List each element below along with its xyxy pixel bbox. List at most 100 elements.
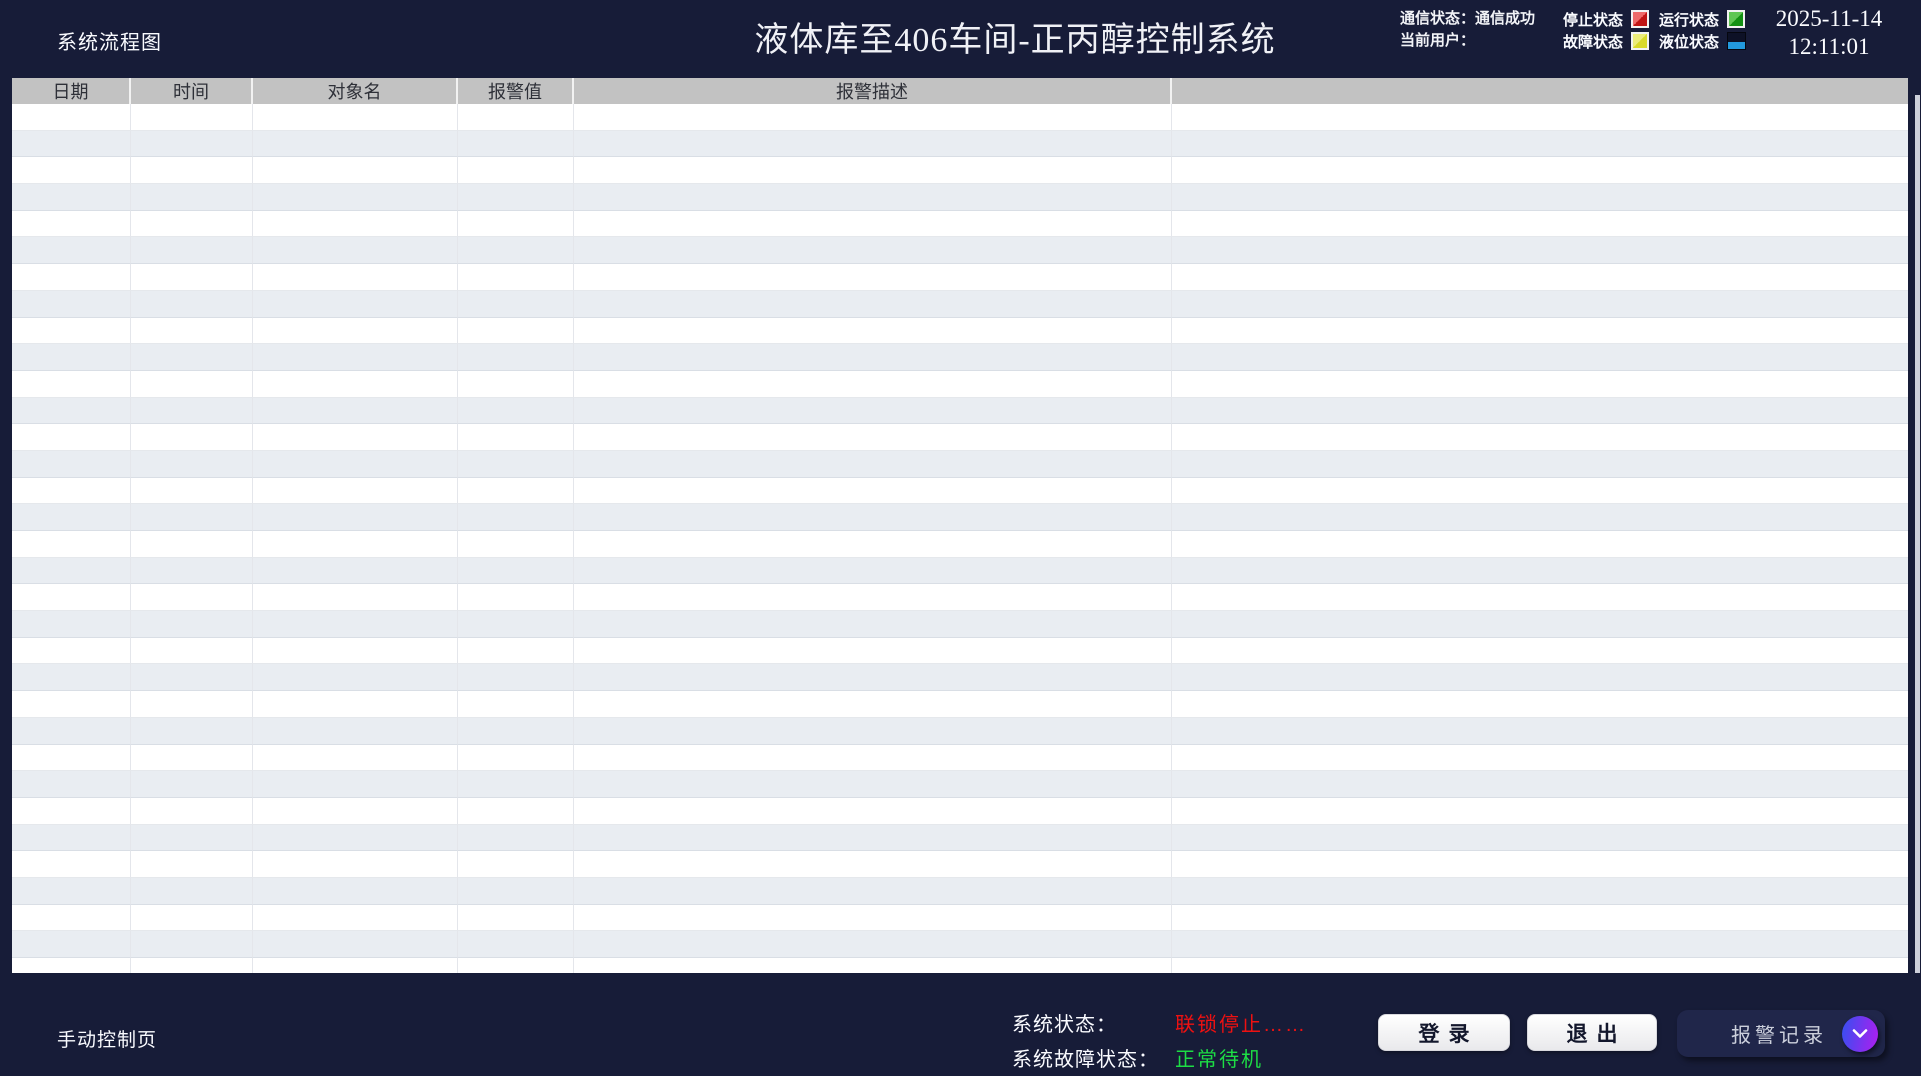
table-cell — [574, 291, 1172, 318]
table-cell — [1172, 211, 1908, 238]
table-row — [12, 931, 1908, 958]
table-cell — [12, 237, 131, 264]
table-row — [12, 157, 1908, 184]
table-cell — [12, 691, 131, 718]
table-cell — [458, 318, 574, 345]
table-cell — [1172, 745, 1908, 772]
table-cell — [458, 504, 574, 531]
table-cell — [131, 878, 253, 905]
table-cell — [253, 611, 458, 638]
column-header-alarm-value: 报警值 — [458, 78, 574, 104]
table-cell — [12, 318, 131, 345]
table-cell — [458, 878, 574, 905]
table-row — [12, 504, 1908, 531]
login-button[interactable]: 登录 — [1378, 1014, 1510, 1051]
table-cell — [253, 104, 458, 131]
table-cell — [1172, 398, 1908, 425]
table-cell — [1172, 664, 1908, 691]
table-cell — [458, 131, 574, 158]
table-cell — [1172, 611, 1908, 638]
table-cell — [574, 451, 1172, 478]
table-cell — [253, 264, 458, 291]
table-cell — [458, 638, 574, 665]
table-row — [12, 584, 1908, 611]
legend-level-status-label: 液位状态 — [1659, 31, 1723, 52]
table-cell — [12, 558, 131, 585]
table-cell — [12, 371, 131, 398]
table-row — [12, 718, 1908, 745]
table-cell — [458, 931, 574, 958]
table-cell — [131, 291, 253, 318]
table-row — [12, 531, 1908, 558]
table-row — [12, 664, 1908, 691]
table-cell — [131, 371, 253, 398]
table-cell — [253, 745, 458, 772]
table-cell — [458, 398, 574, 425]
table-cell — [458, 958, 574, 973]
table-cell — [574, 371, 1172, 398]
table-cell — [253, 371, 458, 398]
table-cell — [574, 211, 1172, 238]
table-row — [12, 451, 1908, 478]
table-cell — [12, 211, 131, 238]
nav-manual-control-page[interactable]: 手动控制页 — [57, 1025, 157, 1052]
table-cell — [458, 157, 574, 184]
table-cell — [253, 131, 458, 158]
table-row — [12, 237, 1908, 264]
table-cell — [253, 584, 458, 611]
table-cell — [1172, 718, 1908, 745]
table-cell — [574, 531, 1172, 558]
table-cell — [12, 504, 131, 531]
table-cell — [458, 237, 574, 264]
table-cell — [131, 638, 253, 665]
datetime-block: 2025-11-14 12:11:01 — [1768, 5, 1890, 61]
table-cell — [574, 104, 1172, 131]
table-cell — [1172, 504, 1908, 531]
table-cell — [131, 184, 253, 211]
table-row — [12, 611, 1908, 638]
table-cell — [253, 958, 458, 973]
table-cell — [253, 157, 458, 184]
table-cell — [253, 718, 458, 745]
table-cell — [131, 264, 253, 291]
table-row — [12, 104, 1908, 131]
table-cell — [253, 798, 458, 825]
table-cell — [253, 318, 458, 345]
system-fault-status-label: 系统故障状态： — [1012, 1043, 1159, 1072]
table-cell — [131, 958, 253, 973]
table-cell — [131, 398, 253, 425]
table-cell — [12, 584, 131, 611]
table-cell — [12, 344, 131, 371]
table-cell — [12, 718, 131, 745]
table-cell — [458, 264, 574, 291]
alarm-record-dropdown-toggle[interactable] — [1842, 1016, 1878, 1052]
table-cell — [458, 184, 574, 211]
table-cell — [1172, 104, 1908, 131]
table-cell — [253, 424, 458, 451]
table-cell — [458, 691, 574, 718]
table-cell — [1172, 851, 1908, 878]
run-status-icon — [1727, 10, 1745, 28]
table-row — [12, 558, 1908, 585]
table-cell — [12, 451, 131, 478]
vertical-scrollbar[interactable] — [1915, 95, 1920, 1076]
table-cell — [1172, 771, 1908, 798]
current-user-label: 当前用户： — [1400, 32, 1475, 49]
exit-button[interactable]: 退出 — [1527, 1014, 1657, 1051]
table-cell — [1172, 371, 1908, 398]
table-cell — [458, 424, 574, 451]
table-cell — [131, 157, 253, 184]
table-cell — [1172, 131, 1908, 158]
nav-system-flow-diagram[interactable]: 系统流程图 — [57, 26, 162, 55]
table-cell — [12, 157, 131, 184]
table-cell — [253, 851, 458, 878]
alarm-record-button[interactable]: 报警记录 — [1677, 1010, 1885, 1057]
table-cell — [131, 771, 253, 798]
table-cell — [574, 344, 1172, 371]
comm-status-block: 通信状态：通信成功 当前用户： — [1400, 8, 1535, 52]
table-cell — [1172, 558, 1908, 585]
column-header-time: 时间 — [131, 78, 253, 104]
table-cell — [574, 745, 1172, 772]
table-cell — [12, 184, 131, 211]
table-cell — [574, 131, 1172, 158]
